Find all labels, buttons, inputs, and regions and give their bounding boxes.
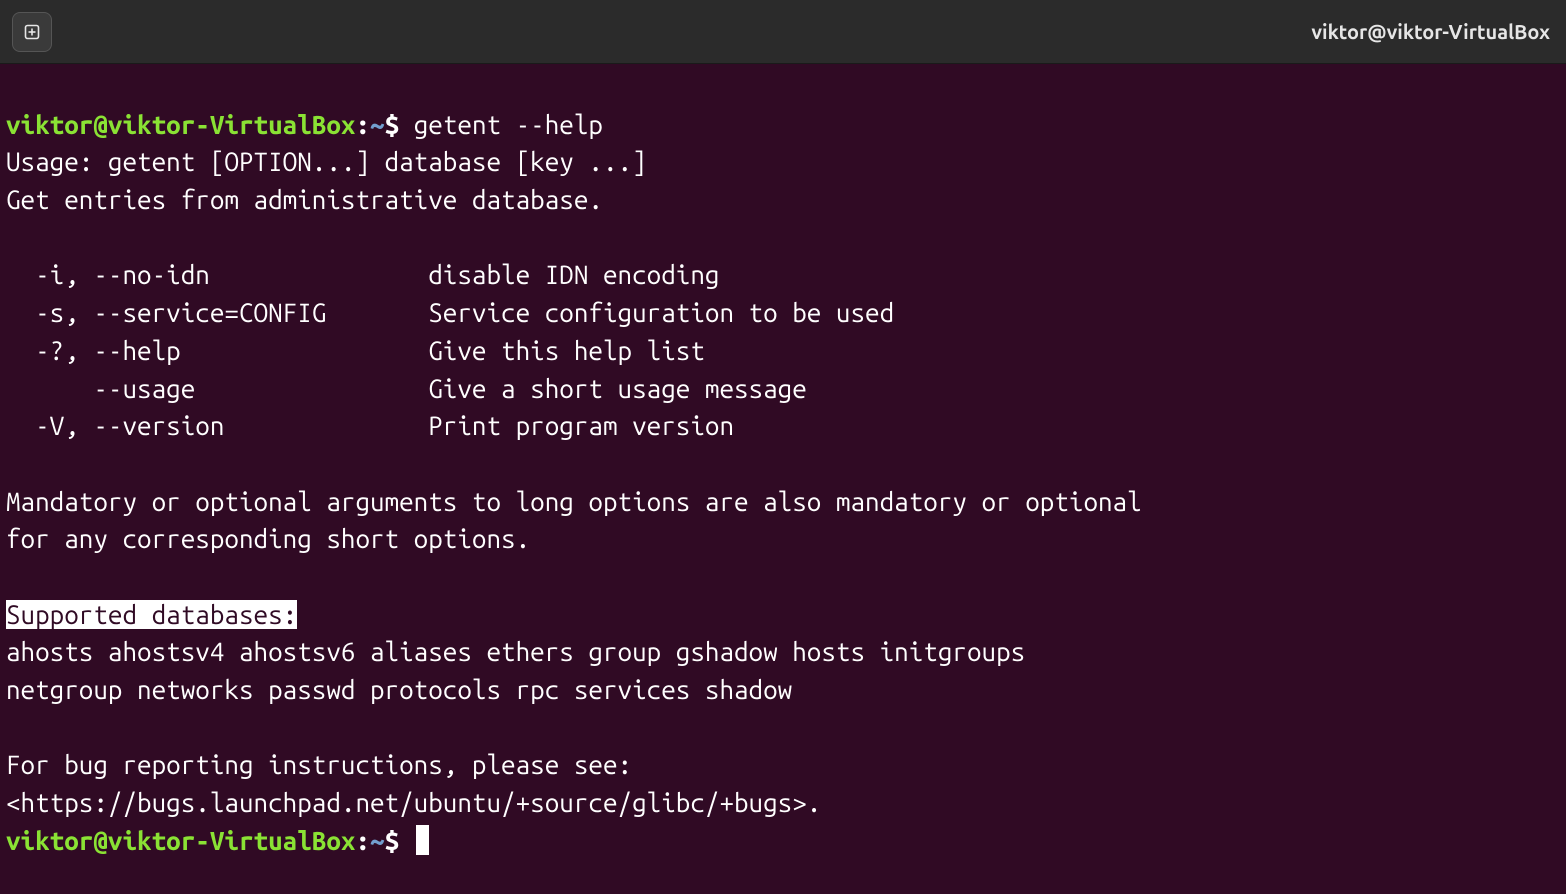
- output-opt1: -i, --no-idn disable IDN encoding: [6, 260, 719, 289]
- window-title: viktor@viktor-VirtualBox: [52, 17, 1554, 46]
- terminal-output[interactable]: viktor@viktor-VirtualBox:~$ getent --hel…: [0, 64, 1566, 859]
- prompt-line-2: viktor@viktor-VirtualBox:~$: [6, 826, 429, 855]
- output-opt3: -?, --help Give this help list: [6, 336, 705, 365]
- cursor: [416, 825, 429, 855]
- output-mandatory1: Mandatory or optional arguments to long …: [6, 487, 1142, 516]
- command-text: getent --help: [414, 110, 603, 139]
- output-desc: Get entries from administrative database…: [6, 185, 603, 214]
- new-tab-icon: [23, 23, 41, 41]
- output-opt5: -V, --version Print program version: [6, 411, 734, 440]
- prompt-path: ~: [370, 826, 385, 855]
- new-tab-button[interactable]: [12, 12, 52, 52]
- prompt-path: ~: [370, 110, 385, 139]
- window-titlebar: viktor@viktor-VirtualBox: [0, 0, 1566, 64]
- output-db2: netgroup networks passwd protocols rpc s…: [6, 675, 792, 704]
- output-db1: ahosts ahostsv4 ahostsv6 aliases ethers …: [6, 637, 1025, 666]
- prompt-line-1: viktor@viktor-VirtualBox:~$ getent --hel…: [6, 110, 603, 139]
- prompt-separator: :: [355, 110, 370, 139]
- output-mandatory2: for any corresponding short options.: [6, 524, 530, 553]
- output-opt4: --usage Give a short usage message: [6, 374, 807, 403]
- prompt-user-host: viktor@viktor-VirtualBox: [6, 826, 355, 855]
- output-opt2: -s, --service=CONFIG Service configurati…: [6, 298, 894, 327]
- output-supported-heading: Supported databases:: [6, 600, 297, 629]
- prompt-symbol: $: [385, 826, 400, 855]
- output-bug1: For bug reporting instructions, please s…: [6, 750, 632, 779]
- output-bug2: <https://bugs.launchpad.net/ubuntu/+sour…: [6, 788, 821, 817]
- output-usage: Usage: getent [OPTION...] database [key …: [6, 147, 647, 176]
- prompt-separator: :: [355, 826, 370, 855]
- prompt-symbol: $: [385, 110, 400, 139]
- prompt-user-host: viktor@viktor-VirtualBox: [6, 110, 355, 139]
